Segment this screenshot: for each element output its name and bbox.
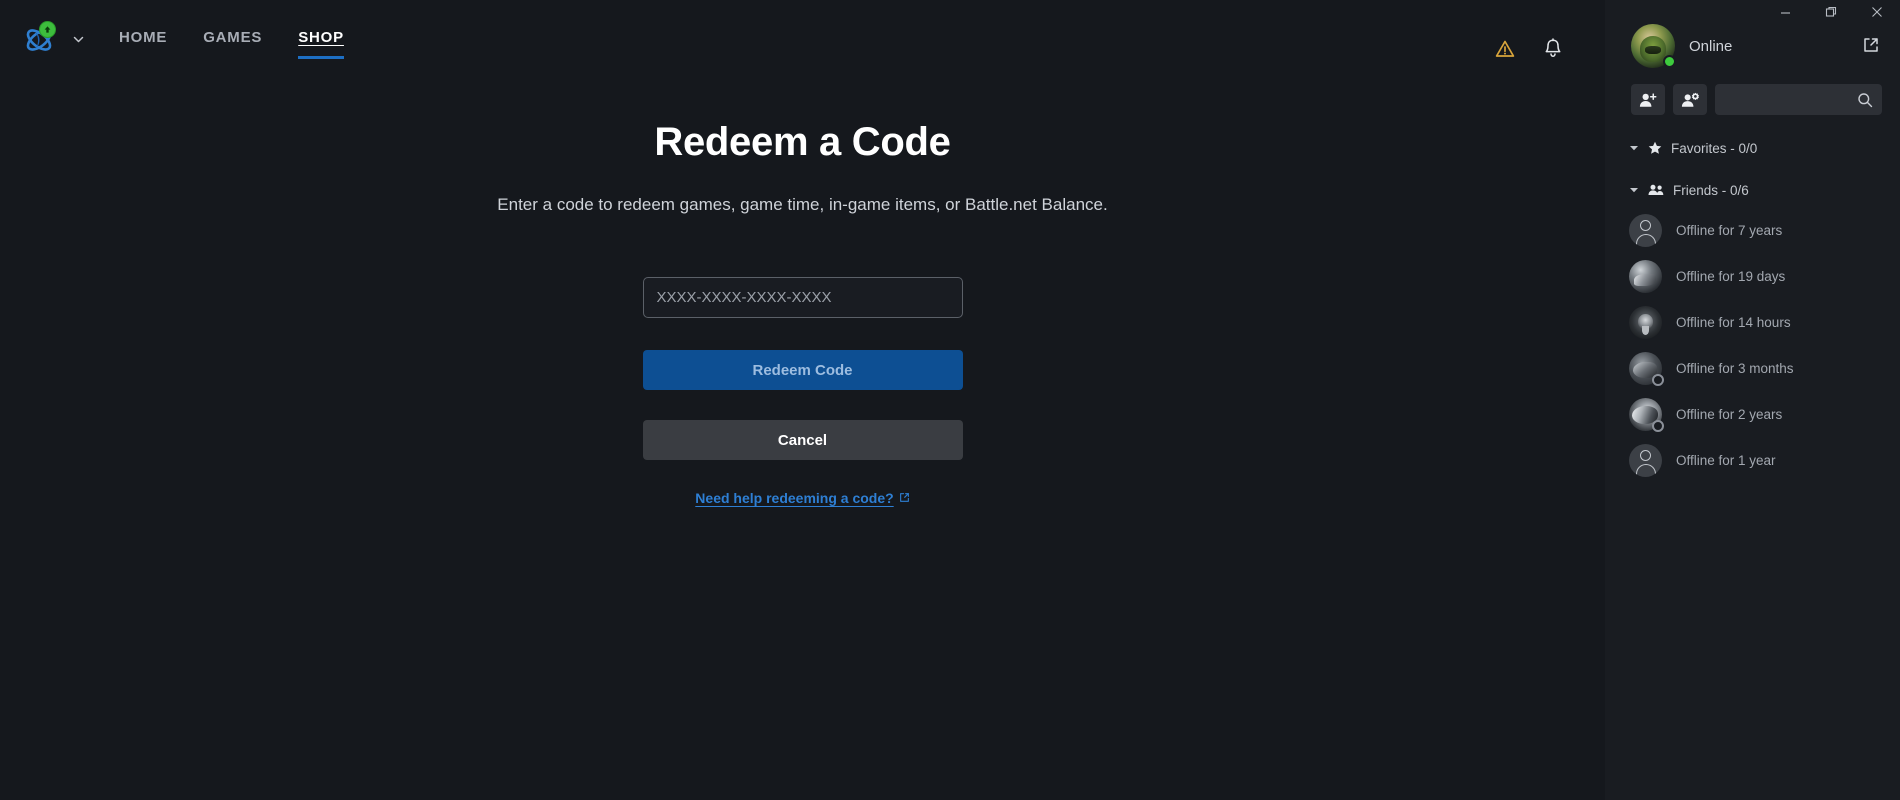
friend-status: Offline for 14 hours xyxy=(1676,314,1791,330)
update-available-badge xyxy=(39,21,56,38)
friend-avatar xyxy=(1629,213,1662,247)
star-icon xyxy=(1648,141,1662,155)
external-link-icon xyxy=(899,490,910,506)
friend-status: Offline for 2 years xyxy=(1676,406,1783,422)
list-item[interactable]: Offline for 14 hours xyxy=(1605,299,1900,345)
list-item[interactable]: Offline for 3 months xyxy=(1605,345,1900,391)
maximize-button[interactable] xyxy=(1808,0,1854,24)
avatar-image xyxy=(1629,305,1662,339)
avatar-image xyxy=(1629,443,1662,477)
friend-status: Offline for 7 years xyxy=(1676,222,1783,238)
chevron-down-icon[interactable] xyxy=(72,33,85,46)
friend-avatar xyxy=(1629,443,1662,477)
avatar[interactable] xyxy=(1631,24,1676,68)
redeem-form: Redeem Code Cancel Need help redeeming a… xyxy=(642,277,963,508)
warning-triangle-icon[interactable] xyxy=(1495,39,1515,64)
friend-avatar xyxy=(1629,305,1662,339)
popout-social-icon[interactable] xyxy=(1862,36,1880,59)
caret-down-icon xyxy=(1629,185,1639,195)
logo-area[interactable] xyxy=(22,21,85,57)
group-friends[interactable]: Friends - 0/6 xyxy=(1605,173,1900,207)
manage-friends-button[interactable] xyxy=(1673,84,1707,115)
friend-search[interactable] xyxy=(1715,84,1882,115)
battlenet-logo-icon[interactable] xyxy=(22,21,62,57)
nav-item-home[interactable]: HOME xyxy=(119,29,167,50)
people-icon xyxy=(1648,184,1664,196)
avatar-image xyxy=(1629,213,1662,247)
header-icons xyxy=(1495,38,1563,64)
friend-avatar xyxy=(1629,259,1662,293)
code-input[interactable] xyxy=(642,277,963,318)
group-favorites-label: Favorites - 0/0 xyxy=(1671,140,1758,156)
list-item[interactable]: Offline for 2 years xyxy=(1605,391,1900,437)
social-sidebar: Online Favorites - 0/0 Friends - 0/6 Off… xyxy=(1605,0,1900,800)
redeem-code-button[interactable]: Redeem Code xyxy=(642,350,963,390)
help-redeeming-link[interactable]: Need help redeeming a code? xyxy=(695,490,909,506)
friend-status: Offline for 1 year xyxy=(1676,452,1776,468)
window-titlebar xyxy=(1762,0,1900,24)
status-badge xyxy=(1663,55,1676,68)
avatar-image xyxy=(1629,259,1662,293)
group-favorites[interactable]: Favorites - 0/0 xyxy=(1605,131,1900,165)
friend-status: Offline for 3 months xyxy=(1676,360,1794,376)
sidebar-toolbar xyxy=(1605,68,1900,115)
battlenet-app: HOME GAMES SHOP Redeem a Code Enter a co… xyxy=(0,0,1900,800)
bell-icon[interactable] xyxy=(1543,38,1563,64)
offline-badge xyxy=(1652,373,1664,386)
search-icon xyxy=(1857,92,1873,108)
offline-badge xyxy=(1652,419,1664,432)
user-status-label: Online xyxy=(1689,37,1733,55)
friends-list: Offline for 7 years Offline for 19 days … xyxy=(1605,207,1900,483)
friend-status: Offline for 19 days xyxy=(1676,268,1786,284)
list-item[interactable]: Offline for 1 year xyxy=(1605,437,1900,483)
friend-avatar xyxy=(1629,351,1664,386)
redeem-code-page: Redeem a Code Enter a code to redeem gam… xyxy=(0,78,1605,508)
caret-down-icon xyxy=(1629,143,1639,153)
group-friends-label: Friends - 0/6 xyxy=(1673,182,1749,198)
nav-item-games[interactable]: GAMES xyxy=(203,29,262,50)
add-friend-button[interactable] xyxy=(1631,84,1665,115)
close-button[interactable] xyxy=(1854,0,1900,24)
cancel-button[interactable]: Cancel xyxy=(642,420,963,460)
nav-item-shop[interactable]: SHOP xyxy=(298,29,344,59)
top-navigation: HOME GAMES SHOP xyxy=(0,0,1605,78)
friend-avatar xyxy=(1629,397,1664,432)
main-column: HOME GAMES SHOP Redeem a Code Enter a co… xyxy=(0,0,1605,800)
help-link-label: Need help redeeming a code? xyxy=(695,490,894,506)
list-item[interactable]: Offline for 7 years xyxy=(1605,207,1900,253)
page-subtitle: Enter a code to redeem games, game time,… xyxy=(497,195,1108,214)
page-title: Redeem a Code xyxy=(654,120,951,164)
list-item[interactable]: Offline for 19 days xyxy=(1605,253,1900,299)
minimize-button[interactable] xyxy=(1762,0,1808,24)
